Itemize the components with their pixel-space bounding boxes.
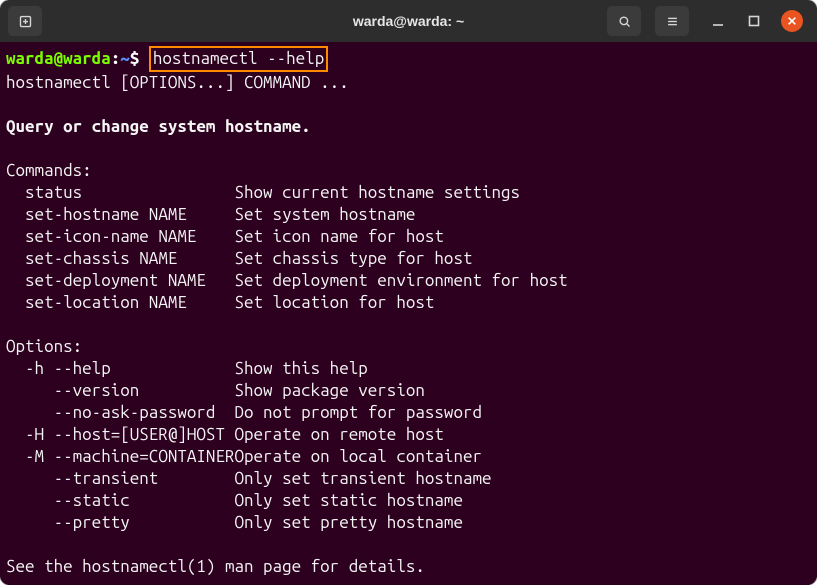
- prompt-user-host: warda@warda: [6, 49, 111, 68]
- prompt-colon: :: [111, 49, 121, 68]
- prompt-path: ~: [120, 49, 130, 68]
- close-button[interactable]: [781, 10, 803, 32]
- terminal-window: warda@warda: ~: [0, 0, 817, 585]
- titlebar: warda@warda: ~: [0, 0, 817, 42]
- minimize-button[interactable]: [709, 12, 727, 30]
- menu-button[interactable]: [655, 6, 689, 36]
- maximize-button[interactable]: [745, 12, 763, 30]
- prompt-dollar: $: [130, 49, 140, 68]
- new-tab-button[interactable]: [8, 6, 42, 36]
- terminal-output[interactable]: warda@warda:~$ hostnamectl --help hostna…: [0, 42, 817, 585]
- search-button[interactable]: [607, 6, 641, 36]
- help-heading: Query or change system hostname.: [6, 117, 311, 136]
- command-highlight: hostnamectl --help: [149, 46, 328, 72]
